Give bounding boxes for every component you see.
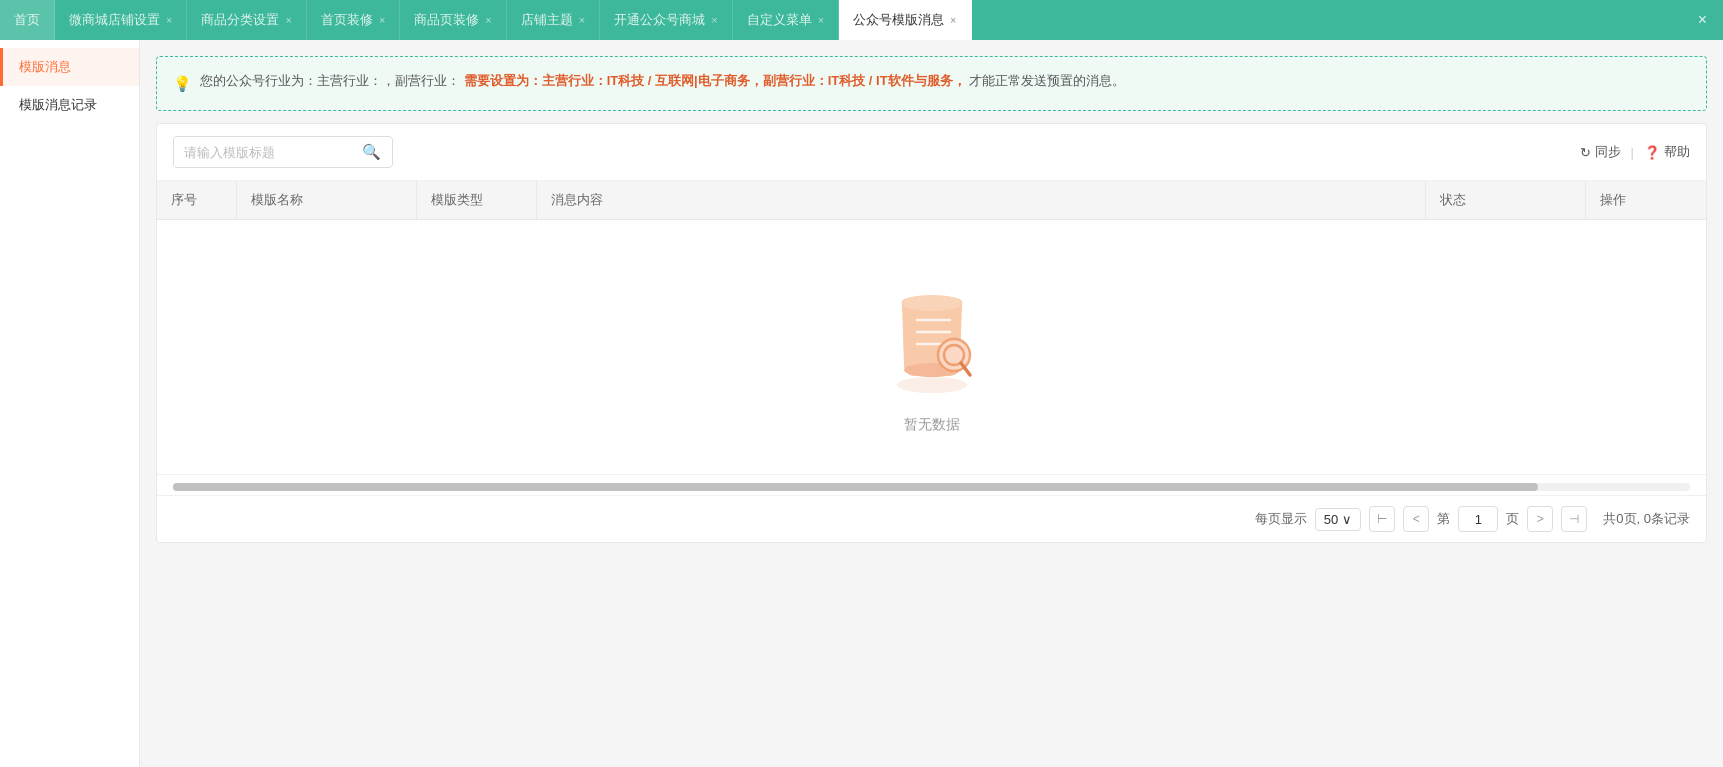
tab-product-decor[interactable]: 商品页装修 × [400,0,506,40]
tab-product-decor-close[interactable]: × [485,14,491,26]
sidebar: 模版消息 模版消息记录 [0,40,140,767]
table-header: 序号 模版名称 模版类型 消息内容 状态 操作 [157,181,1706,220]
notice-text: 您的公众号行业为：主营行业：，副营行业： 需要设置为：主营行业：IT科技 / 互… [200,71,1125,92]
help-label: 帮助 [1664,143,1690,161]
sidebar-item-template-msg-record-label: 模版消息记录 [19,97,97,112]
tab-homepage-decor-close[interactable]: × [379,14,385,26]
search-button[interactable]: 🔍 [354,137,389,167]
bulb-icon: 💡 [173,72,192,96]
next-page-button[interactable]: > [1527,506,1553,532]
content-area: 💡 您的公众号行业为：主营行业：，副营行业： 需要设置为：主营行业：IT科技 /… [140,40,1723,767]
sync-label: 同步 [1595,143,1621,161]
per-page-label: 每页显示 [1255,510,1307,528]
prev-page-button[interactable]: < [1403,506,1429,532]
toolbar-divider: | [1631,145,1634,160]
top-nav: 首页 微商城店铺设置 × 商品分类设置 × 首页装修 × 商品页装修 × 店铺主… [0,0,1723,40]
col-status: 状态 [1426,181,1586,219]
col-content: 消息内容 [537,181,1426,219]
notice-suffix: 才能正常发送预置的消息。 [969,73,1125,88]
col-name: 模版名称 [237,181,417,219]
tab-template-msg-close[interactable]: × [950,14,956,26]
empty-text: 暂无数据 [904,416,960,434]
notice-banner: 💡 您的公众号行业为：主营行业：，副营行业： 需要设置为：主营行业：IT科技 /… [156,56,1707,111]
help-button[interactable]: ❓ 帮助 [1644,143,1690,161]
search-input[interactable] [174,139,354,166]
tab-homepage-decor[interactable]: 首页装修 × [307,0,400,40]
tab-template-msg[interactable]: 公众号模版消息 × [839,0,971,40]
notice-prefix: 您的公众号行业为：主营行业：，副营行业： [200,73,460,88]
tab-store-theme-label: 店铺主题 [521,11,573,29]
tab-product-decor-label: 商品页装修 [414,11,479,29]
search-bar: 🔍 ↻ 同步 | ❓ 帮助 [157,124,1706,181]
scrollbar-track [173,483,1690,491]
notice-highlight: 需要设置为：主营行业：IT科技 / 互联网|电子商务，副营行业：IT科技 / I… [464,73,966,88]
total-info: 共0页, 0条记录 [1603,510,1690,528]
table-section: 🔍 ↻ 同步 | ❓ 帮助 序号 模版名称 [156,123,1707,543]
empty-illustration [872,280,992,400]
search-input-wrap[interactable]: 🔍 [173,136,393,168]
tab-wechat-shop[interactable]: 微商城店铺设置 × [55,0,187,40]
sidebar-item-template-msg[interactable]: 模版消息 [0,48,139,86]
tab-open-mall-close[interactable]: × [711,14,717,26]
col-type: 模版类型 [417,181,537,219]
tab-category-close[interactable]: × [285,14,291,26]
tab-custom-menu-close[interactable]: × [818,14,824,26]
tab-wechat-shop-label: 微商城店铺设置 [69,11,160,29]
last-page-button[interactable]: ⊣ [1561,506,1587,532]
tab-store-theme[interactable]: 店铺主题 × [507,0,600,40]
pagination: 每页显示 50 ∨ ⊢ < 第 页 > ⊣ 共0页, 0条记录 [157,495,1706,542]
tab-store-theme-close[interactable]: × [579,14,585,26]
tab-category[interactable]: 商品分类设置 × [187,0,306,40]
tab-custom-menu[interactable]: 自定义菜单 × [733,0,839,40]
tab-open-mall-label: 开通公众号商城 [614,11,705,29]
first-page-button[interactable]: ⊢ [1369,506,1395,532]
sidebar-item-template-msg-record[interactable]: 模版消息记录 [0,86,139,124]
help-icon: ❓ [1644,145,1660,160]
tab-custom-menu-label: 自定义菜单 [747,11,812,29]
per-page-select[interactable]: 50 ∨ [1315,508,1361,531]
sync-button[interactable]: ↻ 同步 [1580,143,1621,161]
tab-homepage-decor-label: 首页装修 [321,11,373,29]
global-close-button[interactable]: × [1682,11,1723,29]
tab-home-label: 首页 [14,11,40,29]
svg-point-1 [902,295,962,311]
tab-template-msg-label: 公众号模版消息 [853,11,944,29]
search-icon: 🔍 [362,143,381,160]
svg-point-0 [897,377,967,393]
col-index: 序号 [157,181,237,219]
empty-state: 暂无数据 [157,220,1706,474]
tab-open-mall[interactable]: 开通公众号商城 × [600,0,732,40]
page-label-pre: 第 [1437,510,1450,528]
col-action: 操作 [1586,181,1706,219]
scrollbar-area [157,474,1706,495]
page-label-post: 页 [1506,510,1519,528]
tab-category-label: 商品分类设置 [201,11,279,29]
per-page-value: 50 [1324,512,1338,527]
sidebar-item-template-msg-label: 模版消息 [19,59,71,74]
page-input[interactable] [1458,506,1498,532]
tab-home[interactable]: 首页 [0,0,55,40]
scrollbar-thumb[interactable] [173,483,1538,491]
toolbar-right: ↻ 同步 | ❓ 帮助 [1580,143,1690,161]
tab-wechat-shop-close[interactable]: × [166,14,172,26]
per-page-dropdown-icon: ∨ [1342,512,1352,527]
main-layout: 模版消息 模版消息记录 💡 您的公众号行业为：主营行业：，副营行业： 需要设置为… [0,40,1723,767]
sync-icon: ↻ [1580,145,1591,160]
